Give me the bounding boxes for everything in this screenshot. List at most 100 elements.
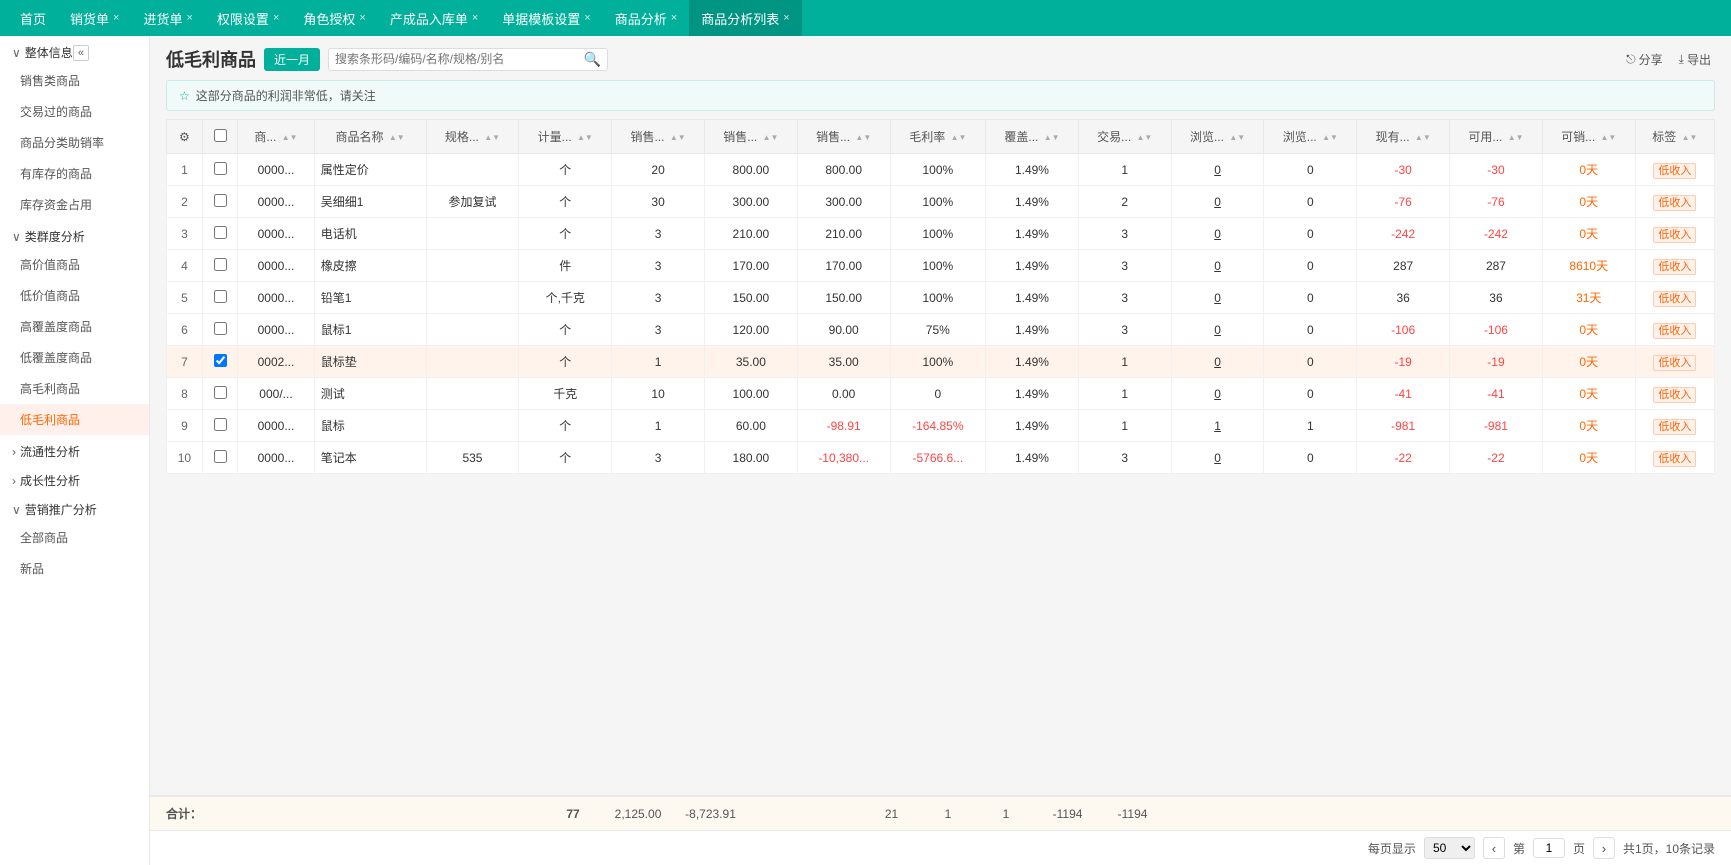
row-coverage-4: 1.49% [986, 250, 1079, 282]
table-container[interactable]: ⚙ 商... ▲▼ 商品名称 ▲▼ 规格... ▲▼ 计量... ▲▼ 销售..… [150, 119, 1731, 795]
row-checkbox-2[interactable] [202, 186, 237, 218]
row-settings-2[interactable]: 2 [167, 186, 203, 218]
close-purchase-order-icon[interactable]: × [186, 12, 192, 24]
close-permission-icon[interactable]: × [273, 12, 279, 24]
row-checkbox-1[interactable] [202, 154, 237, 186]
row-settings-9[interactable]: 9 [167, 410, 203, 442]
row-view1-6[interactable]: 0 [1171, 314, 1264, 346]
sidebar-item-stocked-products[interactable]: 有库存的商品 [0, 158, 149, 189]
row-checkbox-6[interactable] [202, 314, 237, 346]
row-settings-4[interactable]: 4 [167, 250, 203, 282]
col-checkbox[interactable] [202, 120, 237, 154]
export-btn[interactable]: ⤓ 导出 [1675, 49, 1715, 70]
row-view1-7[interactable]: 0 [1171, 346, 1264, 378]
row-view1-2[interactable]: 0 [1171, 186, 1264, 218]
select-all-checkbox[interactable] [214, 129, 227, 142]
sidebar-item-all-products[interactable]: 全部商品 [0, 522, 149, 553]
row-view1-3[interactable]: 0 [1171, 218, 1264, 250]
close-sales-order-icon[interactable]: × [113, 12, 119, 24]
row-checkbox-3[interactable] [202, 218, 237, 250]
row-settings-1[interactable]: 1 [167, 154, 203, 186]
row-select-3[interactable] [214, 226, 227, 239]
row-view1-1[interactable]: 0 [1171, 154, 1264, 186]
row-unit-8: 千克 [519, 378, 612, 410]
row-checkbox-7[interactable] [202, 346, 237, 378]
collapse-overall-btn[interactable]: « [73, 45, 89, 61]
close-template-settings-icon[interactable]: × [584, 12, 590, 24]
row-sales-amount-9: 60.00 [704, 410, 797, 442]
row-name-10: 笔记本 [314, 442, 426, 474]
sidebar-item-high-value[interactable]: 高价值商品 [0, 249, 149, 280]
close-product-entry-icon[interactable]: × [472, 12, 478, 24]
row-sales-profit-5: 150.00 [797, 282, 890, 314]
sidebar-item-high-margin[interactable]: 高毛利商品 [0, 373, 149, 404]
sidebar-group-growth[interactable]: › 成长性分析 [0, 464, 149, 493]
row-settings-3[interactable]: 3 [167, 218, 203, 250]
row-checkbox-5[interactable] [202, 282, 237, 314]
close-product-analysis-list-icon[interactable]: × [783, 12, 789, 24]
row-settings-7[interactable]: 7 [167, 346, 203, 378]
sidebar-group-overall[interactable]: ∨ 整体信息 « [0, 36, 149, 65]
row-view1-8[interactable]: 0 [1171, 378, 1264, 410]
col-view1: 浏览... ▲▼ [1171, 120, 1264, 154]
row-select-10[interactable] [214, 450, 227, 463]
search-input[interactable] [335, 52, 584, 66]
top-nav: 首页 销货单 × 进货单 × 权限设置 × 角色授权 × 产成品入库单 × 单据… [0, 0, 1731, 36]
next-page-btn[interactable]: › [1593, 837, 1615, 859]
row-checkbox-10[interactable] [202, 442, 237, 474]
nav-role-auth[interactable]: 角色授权 × [291, 0, 377, 36]
nav-purchase-order[interactable]: 进货单 × [131, 0, 204, 36]
row-view1-4[interactable]: 0 [1171, 250, 1264, 282]
row-checkbox-8[interactable] [202, 378, 237, 410]
row-select-9[interactable] [214, 418, 227, 431]
share-btn[interactable]: ⎋ 分享 [1622, 49, 1667, 70]
row-view1-10[interactable]: 0 [1171, 442, 1264, 474]
prev-page-btn[interactable]: ‹ [1483, 837, 1505, 859]
sidebar-item-new-products[interactable]: 新品 [0, 553, 149, 584]
sidebar-item-high-coverage[interactable]: 高覆盖度商品 [0, 311, 149, 342]
row-select-4[interactable] [214, 258, 227, 271]
close-role-auth-icon[interactable]: × [359, 12, 365, 24]
sidebar-item-low-coverage[interactable]: 低覆盖度商品 [0, 342, 149, 373]
filter-recent-month-btn[interactable]: 近一月 [264, 48, 320, 71]
total-sales-amount: 2,125.00 [603, 807, 673, 821]
sidebar-item-category-sales-rate[interactable]: 商品分类助销率 [0, 127, 149, 158]
sidebar-group-marketing[interactable]: ∨ 营销推广分析 [0, 493, 149, 522]
row-checkbox-9[interactable] [202, 410, 237, 442]
row-coverage-8: 1.49% [986, 378, 1079, 410]
sidebar-item-stock-funds[interactable]: 库存资金占用 [0, 189, 149, 220]
row-sales-amount-10: 180.00 [704, 442, 797, 474]
sidebar-item-sales-products[interactable]: 销售类商品 [0, 65, 149, 96]
row-checkbox-4[interactable] [202, 250, 237, 282]
row-settings-10[interactable]: 10 [167, 442, 203, 474]
sidebar-item-low-margin[interactable]: 低毛利商品 [0, 404, 149, 435]
row-settings-6[interactable]: 6 [167, 314, 203, 346]
nav-sales-order[interactable]: 销货单 × [58, 0, 131, 36]
nav-permission[interactable]: 权限设置 × [205, 0, 291, 36]
row-select-1[interactable] [214, 162, 227, 175]
row-view1-5[interactable]: 0 [1171, 282, 1264, 314]
row-select-6[interactable] [214, 322, 227, 335]
nav-product-analysis-list[interactable]: 商品分析列表 × [689, 0, 801, 36]
nav-home[interactable]: 首页 [8, 0, 58, 36]
row-select-7[interactable] [214, 354, 227, 367]
row-view2-8: 0 [1264, 378, 1357, 410]
nav-product-analysis[interactable]: 商品分析 × [603, 0, 689, 36]
close-product-analysis-icon[interactable]: × [671, 12, 677, 24]
col-settings[interactable]: ⚙ [167, 120, 203, 154]
row-select-5[interactable] [214, 290, 227, 303]
row-settings-5[interactable]: 5 [167, 282, 203, 314]
nav-template-settings[interactable]: 单据模板设置 × [490, 0, 602, 36]
row-settings-8[interactable]: 8 [167, 378, 203, 410]
arrow-circulation-icon: › [12, 445, 16, 459]
per-page-select[interactable]: 50 100 200 [1424, 837, 1475, 859]
sidebar-item-traded-products[interactable]: 交易过的商品 [0, 96, 149, 127]
sidebar-group-cluster[interactable]: ∨ 类群度分析 [0, 220, 149, 249]
page-input[interactable] [1533, 838, 1565, 858]
nav-product-entry[interactable]: 产成品入库单 × [378, 0, 490, 36]
row-view1-9[interactable]: 1 [1171, 410, 1264, 442]
row-select-2[interactable] [214, 194, 227, 207]
sidebar-group-circulation[interactable]: › 流通性分析 [0, 435, 149, 464]
sidebar-item-low-value[interactable]: 低价值商品 [0, 280, 149, 311]
row-select-8[interactable] [214, 386, 227, 399]
